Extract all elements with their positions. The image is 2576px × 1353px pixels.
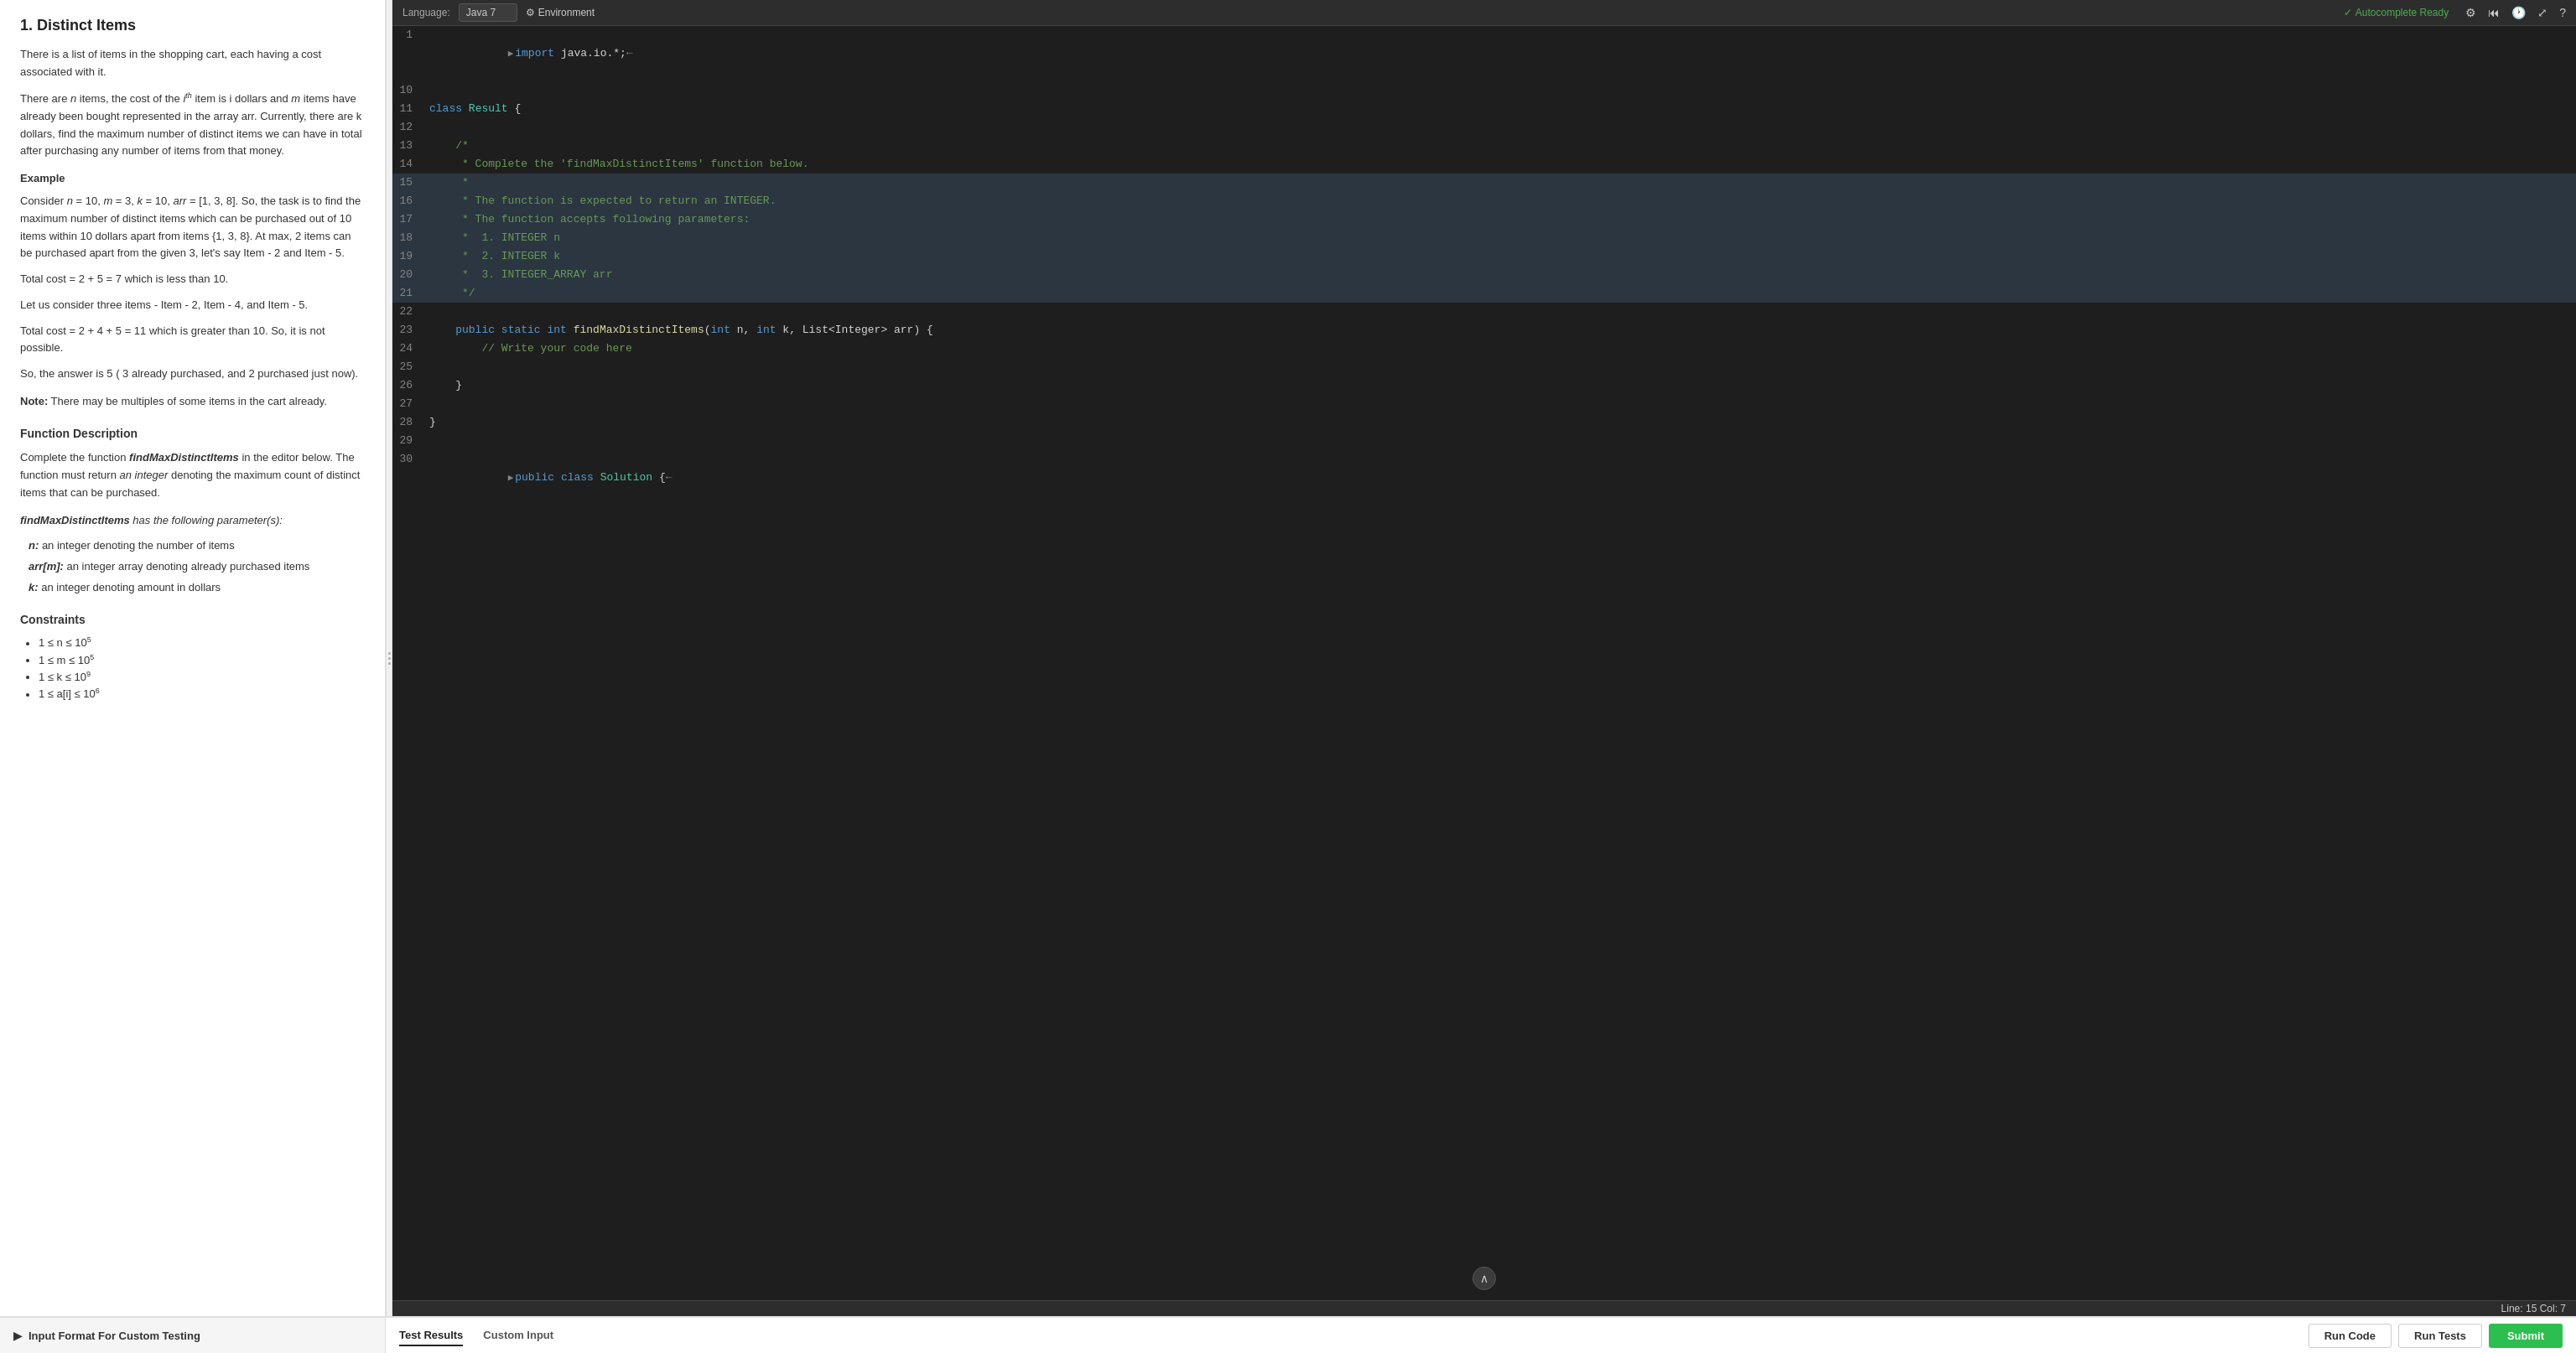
code-line-highlighted: 21 */ <box>392 284 2576 303</box>
run-tests-button[interactable]: Run Tests <box>2398 1324 2482 1348</box>
toolbar-icons: ⚙ ⏮ 🕐 ⤢ ? <box>2465 6 2566 19</box>
code-line: 29 <box>392 432 2576 450</box>
note-text: There may be multiples of some items in … <box>48 395 327 407</box>
env-icon: ⚙ <box>526 7 535 18</box>
tab-custom-input[interactable]: Custom Input <box>483 1325 553 1346</box>
settings-icon[interactable]: ⚙ <box>2465 6 2476 19</box>
cursor-position: Line: 15 Col: 7 <box>2501 1303 2566 1314</box>
func-desc-title: Function Description <box>20 424 365 443</box>
status-bar: Line: 15 Col: 7 <box>392 1300 2576 1316</box>
code-line: 28 } <box>392 413 2576 432</box>
code-line: 13 /* <box>392 137 2576 155</box>
fullscreen-icon[interactable]: ⤢ <box>2537 6 2547 19</box>
code-line: 10 <box>392 81 2576 100</box>
editor-toolbar: Language: Java 7 ⚙ Environment ✓ Autocom… <box>392 0 2576 26</box>
func-name: findMaxDistinctItems <box>129 451 239 464</box>
checkmark-icon: ✓ <box>2344 7 2352 18</box>
example-line2: Total cost = 2 + 5 = 7 which is less tha… <box>20 271 365 288</box>
input-format-label: Input Format For Custom Testing <box>29 1330 200 1342</box>
code-line-highlighted: 15 * <box>392 174 2576 192</box>
code-line: 30 ▶public class Solution {← <box>392 450 2576 505</box>
constraint-2: 1 ≤ m ≤ 105 <box>39 653 365 666</box>
fold-icon[interactable]: ▶ <box>508 473 514 483</box>
code-line: 27 <box>392 395 2576 413</box>
scroll-up-button[interactable]: ∧ <box>1472 1267 1496 1290</box>
intro-1: There is a list of items in the shopping… <box>20 46 365 81</box>
chevron-right-icon: ▶ <box>13 1330 22 1342</box>
left-panel: 1. Distinct Items There is a list of ite… <box>0 0 386 1316</box>
bottom-panel: ▶ Input Format For Custom Testing Test R… <box>0 1316 2576 1353</box>
code-editor-panel: Language: Java 7 ⚙ Environment ✓ Autocom… <box>392 0 2576 1316</box>
example-title: Example <box>20 170 365 188</box>
language-label: Language: <box>402 7 450 18</box>
func-params-title: findMaxDistinctItems has the following p… <box>20 512 365 530</box>
return-type: an integer <box>120 469 169 481</box>
constraint-3: 1 ≤ k ≤ 109 <box>39 670 365 683</box>
func-desc: Complete the function findMaxDistinctIte… <box>20 449 365 501</box>
autocomplete-status: ✓ Autocomplete Ready <box>2344 7 2449 18</box>
code-line: 12 <box>392 118 2576 137</box>
code-line: 24 // Write your code here <box>392 340 2576 358</box>
fold-icon[interactable]: ▶ <box>508 49 514 59</box>
input-format-section[interactable]: ▶ Input Format For Custom Testing <box>0 1318 386 1353</box>
param-list: n: an integer denoting the number of ite… <box>29 537 365 596</box>
code-line: 23 public static int findMaxDistinctItem… <box>392 321 2576 340</box>
action-buttons: Run Code Run Tests Submit <box>2309 1324 2563 1348</box>
code-line-highlighted: 19 * 2. INTEGER k <box>392 247 2576 266</box>
example-text: Consider n = 10, m = 3, k = 10, arr = [1… <box>20 193 365 262</box>
run-code-button[interactable]: Run Code <box>2309 1324 2392 1348</box>
param-arr: arr[m]: an integer array denoting alread… <box>29 558 365 576</box>
example-line5: So, the answer is 5 ( 3 already purchase… <box>20 365 365 383</box>
example-line3: Let us consider three items - Item - 2, … <box>20 297 365 314</box>
note: Note: There may be multiples of some ite… <box>20 393 365 411</box>
code-line: 25 <box>392 358 2576 376</box>
panel-divider[interactable] <box>386 0 392 1316</box>
code-line-highlighted: 16 * The function is expected to return … <box>392 192 2576 210</box>
restore-icon[interactable]: ⏮ <box>2488 6 2500 19</box>
constraint-1: 1 ≤ n ≤ 105 <box>39 635 365 649</box>
autocomplete-label: Autocomplete Ready <box>2355 7 2449 18</box>
constraint-4: 1 ≤ a[i] ≤ 106 <box>39 687 365 700</box>
param-n-inline: n <box>70 92 76 105</box>
help-icon[interactable]: ? <box>2559 6 2566 19</box>
language-select[interactable]: Java 7 <box>459 3 517 22</box>
code-line-highlighted: 20 * 3. INTEGER_ARRAY arr <box>392 266 2576 284</box>
tab-test-results[interactable]: Test Results <box>399 1325 463 1346</box>
note-label: Note: <box>20 395 48 407</box>
intro-2: There are n items, the cost of the ith i… <box>20 90 365 161</box>
page-title: 1. Distinct Items <box>20 17 365 34</box>
environment-button[interactable]: ⚙ Environment <box>526 7 595 18</box>
param-k: k: an integer denoting amount in dollars <box>29 579 365 597</box>
code-line-highlighted: 18 * 1. INTEGER n <box>392 229 2576 247</box>
code-content[interactable]: 1 ▶import java.io.*;← 10 11 class Result… <box>392 26 2576 505</box>
submit-button[interactable]: Submit <box>2489 1324 2563 1348</box>
editor-area[interactable]: 1 ▶import java.io.*;← 10 11 class Result… <box>392 26 2576 1300</box>
example-line4: Total cost = 2 + 4 + 5 = 11 which is gre… <box>20 323 365 358</box>
code-line: 1 ▶import java.io.*;← <box>392 26 2576 81</box>
code-line: 11 class Result { <box>392 100 2576 118</box>
param-n: n: an integer denoting the number of ite… <box>29 537 365 555</box>
code-line-highlighted: 17 * The function accepts following para… <box>392 210 2576 229</box>
code-line: 14 * Complete the 'findMaxDistinctItems'… <box>392 155 2576 174</box>
constraints-title: Constraints <box>20 610 365 629</box>
code-line: 26 } <box>392 376 2576 395</box>
env-label: Environment <box>538 7 595 18</box>
code-line: 22 <box>392 303 2576 321</box>
clock-icon[interactable]: 🕐 <box>2511 6 2526 19</box>
test-results-area: Test Results Custom Input Run Code Run T… <box>386 1318 2576 1353</box>
chevron-up-icon: ∧ <box>1480 1272 1488 1285</box>
constraints-list: 1 ≤ n ≤ 105 1 ≤ m ≤ 105 1 ≤ k ≤ 109 1 ≤ … <box>39 635 365 700</box>
